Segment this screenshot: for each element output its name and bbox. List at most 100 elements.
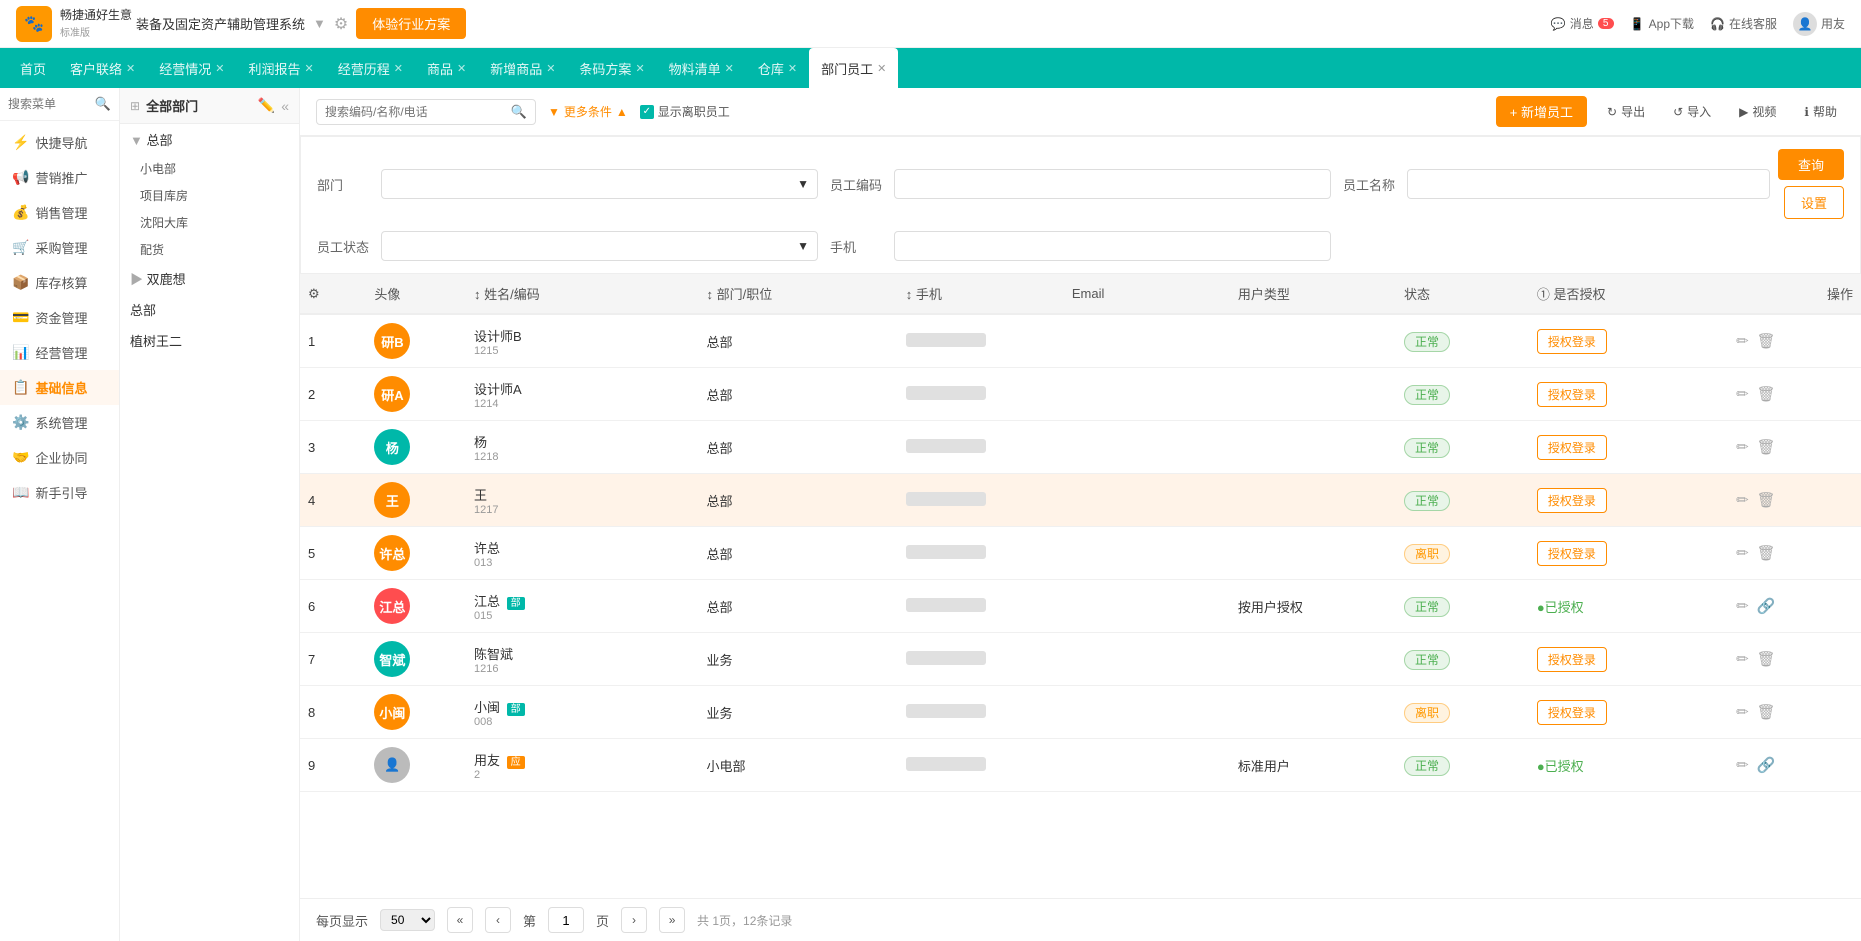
- sidebar-item-guide[interactable]: 📖 新手引导: [0, 475, 119, 510]
- close-icon[interactable]: ✕: [305, 62, 314, 75]
- delete-icon[interactable]: 🗑: [1757, 491, 1776, 509]
- message-btn[interactable]: 💬 消息 5: [1551, 15, 1614, 32]
- authorize-button[interactable]: 授权登录: [1537, 435, 1607, 460]
- authorize-button[interactable]: 授权登录: [1537, 488, 1607, 513]
- tab-profit[interactable]: 利润报告 ✕: [236, 48, 325, 88]
- settings-icon[interactable]: ⚙: [334, 14, 348, 34]
- page-size-select[interactable]: 50 20 100: [380, 909, 435, 931]
- emp-code-input[interactable]: [894, 169, 1331, 199]
- authorize-button[interactable]: 授权登录: [1537, 700, 1607, 725]
- tab-operation[interactable]: 经营情况 ✕: [147, 48, 236, 88]
- tab-warehouse[interactable]: 仓库 ✕: [746, 48, 809, 88]
- next-page-btn[interactable]: ›: [621, 907, 647, 933]
- tab-dept-employee[interactable]: 部门员工 ✕: [809, 48, 898, 88]
- phone-input[interactable]: [894, 231, 1331, 261]
- import-btn[interactable]: ↺ 导入: [1665, 99, 1719, 124]
- edit-icon[interactable]: ✏: [1736, 756, 1749, 774]
- col-dept[interactable]: ↕ 部门/职位: [699, 274, 898, 314]
- delete-icon[interactable]: 🗑: [1757, 438, 1776, 456]
- sidebar-search-box[interactable]: 🔍: [0, 88, 119, 121]
- delete-icon[interactable]: 🗑: [1757, 385, 1776, 403]
- sidebar-item-management[interactable]: 📊 经营管理: [0, 335, 119, 370]
- dept-filter-select[interactable]: ▼: [381, 169, 818, 199]
- sidebar-item-finance[interactable]: 💳 资金管理: [0, 300, 119, 335]
- close-icon[interactable]: ✕: [215, 62, 224, 75]
- tab-goods[interactable]: 商品 ✕: [415, 48, 478, 88]
- close-icon[interactable]: ✕: [635, 62, 644, 75]
- search-box[interactable]: 🔍: [316, 99, 536, 125]
- search-input[interactable]: [325, 105, 505, 119]
- authorize-button[interactable]: 授权登录: [1537, 382, 1607, 407]
- tab-history[interactable]: 经营历程 ✕: [326, 48, 415, 88]
- help-btn[interactable]: ℹ 帮助: [1796, 99, 1845, 124]
- col-name[interactable]: ↕ 姓名/编码: [466, 274, 698, 314]
- close-icon[interactable]: ✕: [788, 62, 797, 75]
- authorize-button[interactable]: 授权登录: [1537, 541, 1607, 566]
- authorize-button[interactable]: 授权登录: [1537, 329, 1607, 354]
- sidebar-item-system[interactable]: ⚙️ 系统管理: [0, 405, 119, 440]
- sidebar-item-sales[interactable]: 💰 销售管理: [0, 195, 119, 230]
- status-filter-select[interactable]: ▼: [381, 231, 818, 261]
- tree-node-zhishu[interactable]: 植树王二: [120, 325, 299, 356]
- close-icon[interactable]: ✕: [394, 62, 403, 75]
- tab-home[interactable]: 首页: [8, 48, 58, 88]
- query-button[interactable]: 查询: [1778, 149, 1844, 180]
- sidebar-item-basicinfo[interactable]: 📋 基础信息: [0, 370, 119, 405]
- sidebar-search-input[interactable]: [8, 97, 91, 111]
- set-button[interactable]: 设置: [1784, 186, 1844, 219]
- delete-icon[interactable]: 🔗: [1757, 597, 1776, 615]
- delete-icon[interactable]: 🗑: [1757, 650, 1776, 668]
- edit-icon[interactable]: ✏: [1736, 597, 1749, 615]
- edit-dept-icon[interactable]: ✏️: [258, 97, 275, 114]
- tab-add-goods[interactable]: 新增商品 ✕: [478, 48, 567, 88]
- edit-icon[interactable]: ✏: [1736, 544, 1749, 562]
- edit-icon[interactable]: ✏: [1736, 491, 1749, 509]
- close-icon[interactable]: ✕: [877, 62, 886, 75]
- user-btn[interactable]: 👤 用友: [1793, 12, 1845, 36]
- edit-icon[interactable]: ✏: [1736, 650, 1749, 668]
- close-icon[interactable]: ✕: [725, 62, 734, 75]
- tree-child-peihuo[interactable]: 配货: [120, 236, 299, 263]
- sidebar-item-collab[interactable]: 🤝 企业协同: [0, 440, 119, 475]
- page-input[interactable]: [548, 907, 584, 933]
- resign-checkbox[interactable]: ✓: [640, 105, 654, 119]
- dept-all-label[interactable]: 全部部门: [146, 96, 252, 115]
- delete-icon[interactable]: 🗑: [1757, 703, 1776, 721]
- col-phone[interactable]: ↕ 手机: [898, 274, 1064, 314]
- sidebar-item-inventory[interactable]: 📦 库存核算: [0, 265, 119, 300]
- authorize-button[interactable]: 授权登录: [1537, 647, 1607, 672]
- tab-barcode[interactable]: 条码方案 ✕: [567, 48, 656, 88]
- tab-bom[interactable]: 物料清单 ✕: [657, 48, 746, 88]
- close-icon[interactable]: ✕: [457, 62, 466, 75]
- sidebar-item-marketing[interactable]: 📢 营销推广: [0, 160, 119, 195]
- tree-child-xiaodian[interactable]: 小电部: [120, 155, 299, 182]
- sidebar-item-quicknav[interactable]: ⚡ 快捷导航: [0, 125, 119, 160]
- export-btn[interactable]: ↻ 导出: [1599, 99, 1653, 124]
- last-page-btn[interactable]: »: [659, 907, 685, 933]
- view-btn[interactable]: ▶ 视频: [1731, 99, 1784, 124]
- experience-button[interactable]: 体验行业方案: [356, 8, 466, 39]
- tree-node-zongbu2[interactable]: 总部: [120, 294, 299, 325]
- edit-icon[interactable]: ✏: [1736, 438, 1749, 456]
- close-icon[interactable]: ✕: [126, 62, 135, 75]
- edit-icon[interactable]: ✏: [1736, 385, 1749, 403]
- prev-page-btn[interactable]: ‹: [485, 907, 511, 933]
- tree-child-shenyang[interactable]: 沈阳大库: [120, 209, 299, 236]
- online-service-btn[interactable]: 🎧 在线客服: [1710, 15, 1777, 32]
- close-icon[interactable]: ✕: [546, 62, 555, 75]
- collapse-icon[interactable]: «: [281, 98, 289, 114]
- edit-icon[interactable]: ✏: [1736, 332, 1749, 350]
- tree-node-shuanglu[interactable]: ▶ 双鹿想: [120, 263, 299, 294]
- dropdown-icon[interactable]: ▼: [313, 16, 326, 31]
- tree-node-zongbu[interactable]: ▼ 总部: [120, 124, 299, 155]
- delete-icon[interactable]: 🗑: [1757, 544, 1776, 562]
- sidebar-item-purchase[interactable]: 🛒 采购管理: [0, 230, 119, 265]
- tree-child-project[interactable]: 项目库房: [120, 182, 299, 209]
- col-settings[interactable]: ⚙: [300, 274, 366, 314]
- add-employee-button[interactable]: + 新增员工: [1496, 96, 1587, 127]
- emp-name-input[interactable]: [1407, 169, 1770, 199]
- more-filter-btn[interactable]: ▼ 更多条件 ▲: [548, 103, 628, 120]
- delete-icon[interactable]: 🔗: [1757, 756, 1776, 774]
- app-download-btn[interactable]: 📱 App下载: [1630, 15, 1694, 32]
- edit-icon[interactable]: ✏: [1736, 703, 1749, 721]
